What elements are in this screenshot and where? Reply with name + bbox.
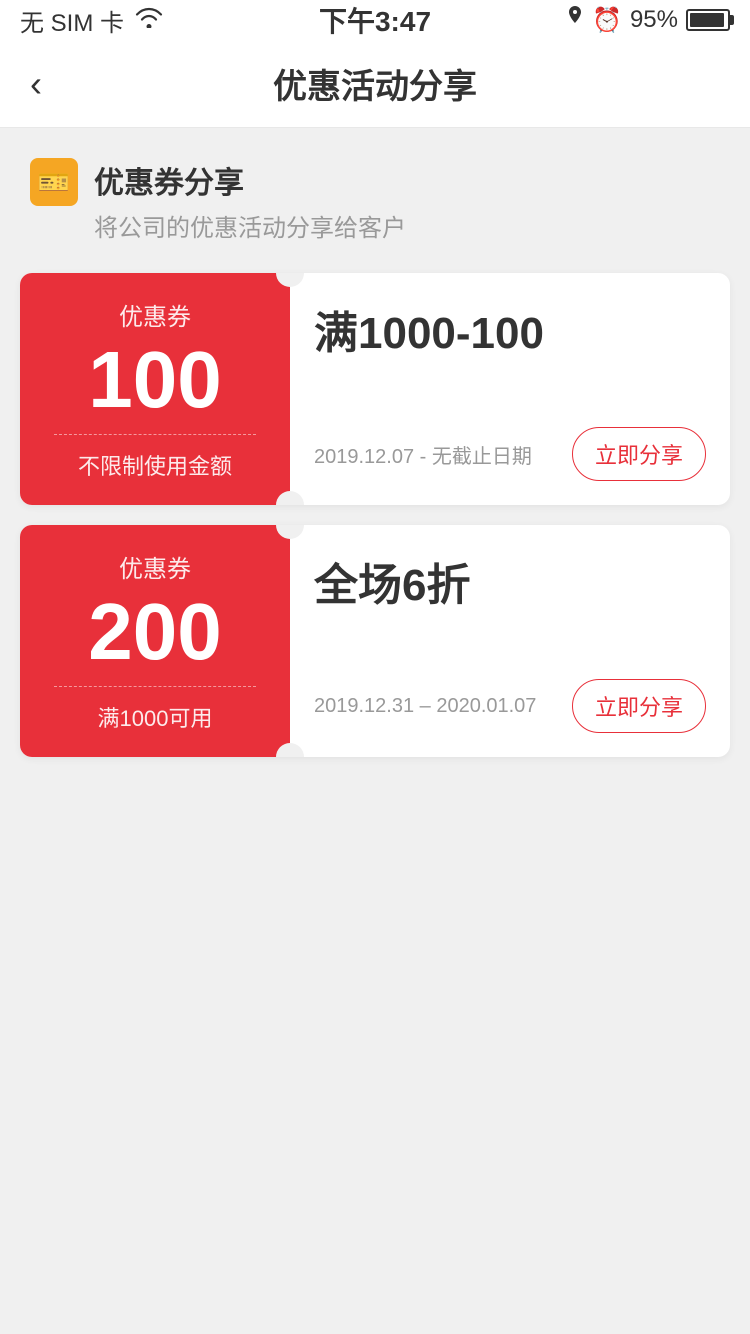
coupon-meta-1: 2019.12.07 - 无截止日期 立即分享: [314, 427, 706, 481]
battery-percent: 95%: [630, 6, 678, 34]
wifi-icon: [134, 6, 164, 35]
coupon-inner-1: 优惠券 100 不限制使用金额: [36, 297, 274, 481]
section-subtitle: 将公司的优惠活动分享给客户: [94, 208, 406, 243]
coupon-condition-1: 不限制使用金额: [78, 449, 232, 481]
coupon-card-2: 优惠券 200 满1000可用 全场6折 2019.12.31 – 2020.0…: [20, 525, 730, 757]
alarm-icon: ⏰: [592, 6, 622, 35]
status-bar: 无 SIM 卡 下午3:47 ⏰ 95%: [0, 0, 750, 40]
coupon-name-2: 全场6折: [314, 549, 706, 613]
nav-bar: ‹ 优惠活动分享: [0, 40, 750, 128]
coupon-condition-2: 满1000可用: [98, 701, 213, 733]
section-title: 优惠券分享: [94, 158, 406, 202]
coupon-list: 优惠券 100 不限制使用金额 满1000-100 2019.12.07 - 无…: [0, 263, 750, 787]
coupon-left-2: 优惠券 200 满1000可用: [20, 525, 290, 757]
coupon-right-1: 满1000-100 2019.12.07 - 无截止日期 立即分享: [290, 273, 730, 505]
coupon-card-1: 优惠券 100 不限制使用金额 满1000-100 2019.12.07 - 无…: [20, 273, 730, 505]
section-text: 优惠券分享 将公司的优惠活动分享给客户: [94, 158, 406, 243]
coupon-right-2: 全场6折 2019.12.31 – 2020.01.07 立即分享: [290, 525, 730, 757]
coupon-type-1: 优惠券: [119, 297, 191, 332]
carrier-text: 无 SIM 卡: [20, 3, 124, 38]
coupon-date-2: 2019.12.31 – 2020.01.07: [314, 695, 562, 718]
coupon-divider-2: [54, 686, 256, 687]
location-icon: [566, 6, 584, 35]
status-left: 无 SIM 卡: [20, 3, 164, 38]
coupon-left-1: 优惠券 100 不限制使用金额: [20, 273, 290, 505]
back-button[interactable]: ‹: [30, 63, 42, 105]
coupon-divider-1: [54, 434, 256, 435]
section-header: 🎫 优惠券分享 将公司的优惠活动分享给客户: [0, 128, 750, 263]
status-right: ⏰ 95%: [566, 6, 730, 35]
coupon-amount-1: 100: [88, 340, 221, 420]
battery-icon: [686, 9, 730, 31]
share-button-1[interactable]: 立即分享: [572, 427, 706, 481]
coupon-inner-2: 优惠券 200 满1000可用: [36, 549, 274, 733]
page-title: 优惠活动分享: [273, 59, 477, 108]
section-icon: 🎫: [30, 158, 78, 206]
coupon-name-1: 满1000-100: [314, 297, 706, 361]
coupon-meta-2: 2019.12.31 – 2020.01.07 立即分享: [314, 679, 706, 733]
coupon-amount-2: 200: [88, 592, 221, 672]
coupon-type-2: 优惠券: [119, 549, 191, 584]
battery-fill: [690, 13, 724, 27]
share-button-2[interactable]: 立即分享: [572, 679, 706, 733]
coupon-date-1: 2019.12.07 - 无截止日期: [314, 440, 562, 469]
status-time: 下午3:47: [319, 0, 431, 40]
